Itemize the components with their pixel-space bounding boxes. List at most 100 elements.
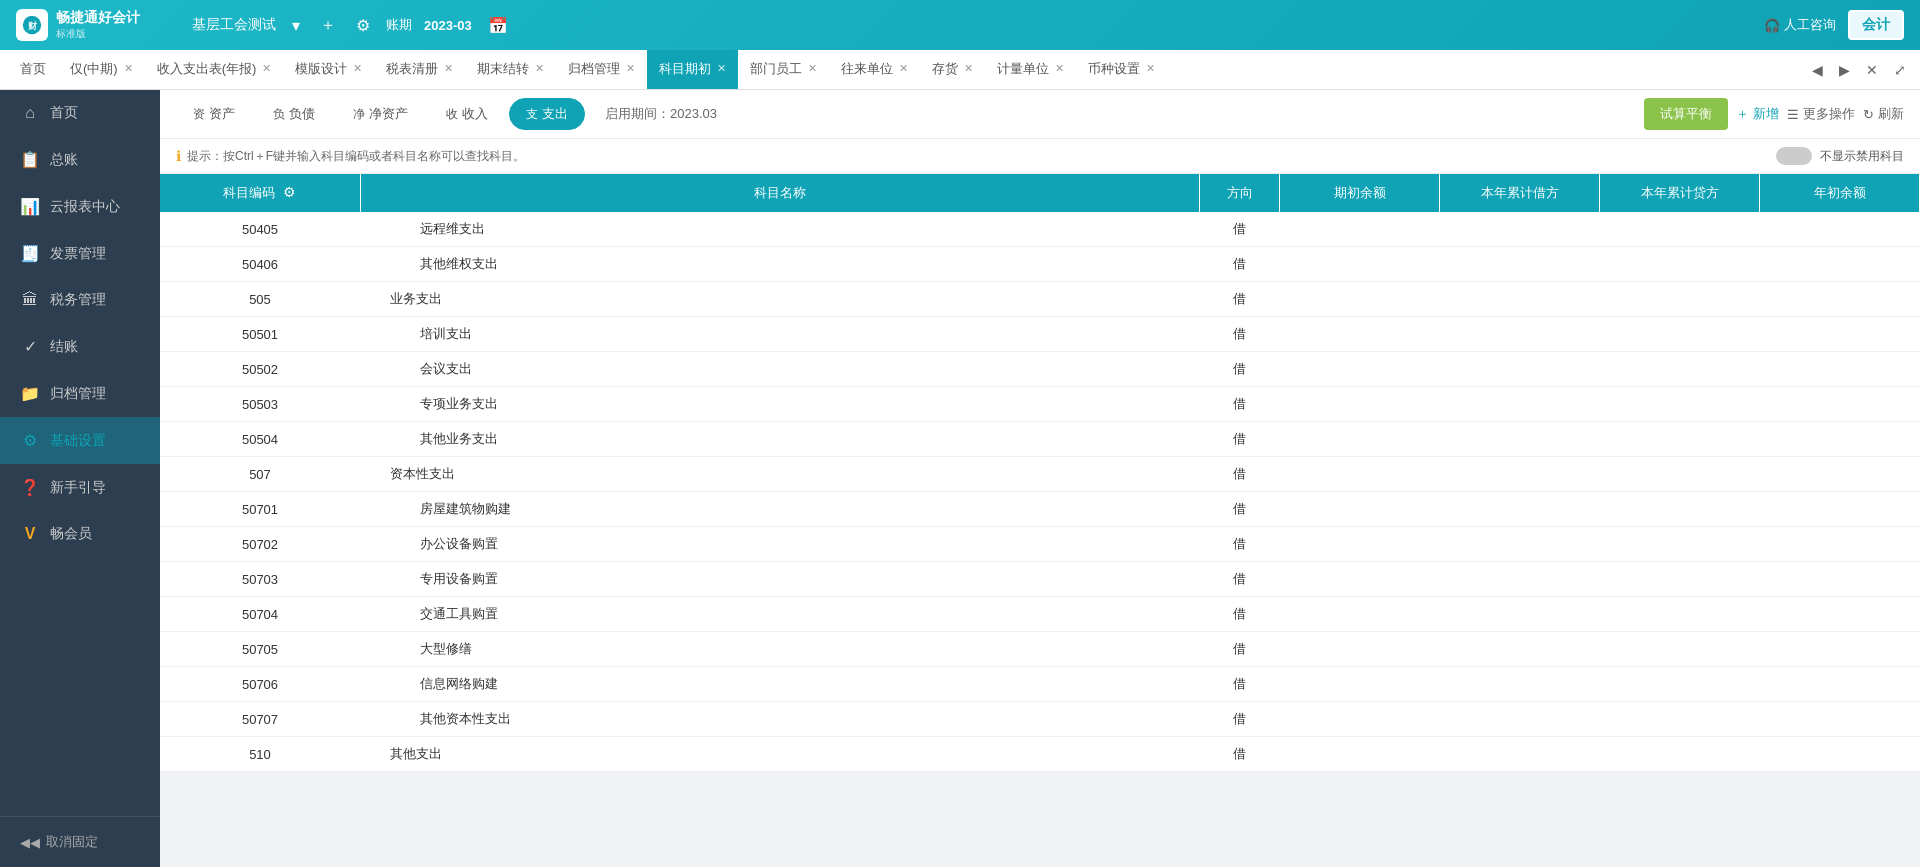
calc-balance-btn[interactable]: 试算平衡: [1644, 98, 1728, 130]
tab-dept-close[interactable]: ✕: [808, 62, 817, 75]
sidebar-item-ledger[interactable]: 📋 总账: [0, 136, 160, 183]
table-row[interactable]: 50704 交通工具购置 借: [160, 597, 1920, 632]
cell-ytd-debit: [1440, 282, 1600, 317]
cell-year-opening: [1760, 212, 1920, 247]
tab-yearend-close[interactable]: ✕: [535, 62, 544, 75]
cell-code: 50706: [160, 667, 360, 702]
cell-opening: [1280, 492, 1440, 527]
cell-opening: [1280, 457, 1440, 492]
headset-icon: 🎧: [1764, 18, 1780, 33]
sidebar-item-home[interactable]: ⌂ 首页: [0, 90, 160, 136]
sidebar-item-member[interactable]: V 畅会员: [0, 511, 160, 557]
sidebar-item-invoice[interactable]: 🧾 发票管理: [0, 230, 160, 277]
th-name-label: 科目名称: [754, 185, 806, 200]
customer-service-btn[interactable]: 🎧 人工咨询: [1764, 16, 1836, 34]
tab-currency[interactable]: 币种设置 ✕: [1076, 50, 1167, 90]
tab-dept[interactable]: 部门员工 ✕: [738, 50, 829, 90]
table-row[interactable]: 50503 专项业务支出 借: [160, 387, 1920, 422]
calendar-icon[interactable]: 📅: [484, 12, 512, 39]
th-ytd-credit: 本年累计贷方: [1600, 174, 1760, 212]
tab-scroll-right[interactable]: ▶: [1833, 58, 1856, 82]
subtab-liabilities[interactable]: 负 负债: [256, 98, 332, 130]
sidebar-item-guide[interactable]: ❓ 新手引导: [0, 464, 160, 511]
tab-inventory[interactable]: 存货 ✕: [920, 50, 985, 90]
sidebar-pin-toggle[interactable]: ◀◀ 取消固定: [0, 816, 160, 867]
account-button[interactable]: 会计: [1848, 10, 1904, 40]
table-row[interactable]: 505 业务支出 借: [160, 282, 1920, 317]
table-row[interactable]: 50406 其他维权支出 借: [160, 247, 1920, 282]
tip-text: ℹ 提示：按Ctrl＋F键并输入科目编码或者科目名称可以查找科目。: [176, 148, 525, 165]
sidebar-item-settings[interactable]: ⚙ 基础设置: [0, 417, 160, 464]
sidebar-item-tax[interactable]: 🏛 税务管理: [0, 277, 160, 323]
sidebar-item-archive[interactable]: 📁 归档管理: [0, 370, 160, 417]
tab-income[interactable]: 收入支出表(年报) ✕: [145, 50, 284, 90]
tab-template[interactable]: 模版设计 ✕: [283, 50, 374, 90]
tab-period-close[interactable]: ✕: [124, 62, 133, 75]
sidebar-item-reports[interactable]: 📊 云报表中心: [0, 183, 160, 230]
cell-opening: [1280, 212, 1440, 247]
subtab-assets[interactable]: 资 资产: [176, 98, 252, 130]
cell-ytd-debit: [1440, 247, 1600, 282]
guide-icon: ❓: [20, 478, 40, 497]
tab-template-close[interactable]: ✕: [353, 62, 362, 75]
subtab-expenditure[interactable]: 支 支出: [509, 98, 585, 130]
cell-year-opening: [1760, 737, 1920, 772]
tab-expand[interactable]: ⤢: [1888, 58, 1912, 82]
cell-code: 505: [160, 282, 360, 317]
dropdown-icon[interactable]: ▾: [288, 12, 304, 39]
tab-archive-close[interactable]: ✕: [626, 62, 635, 75]
tab-scroll-left[interactable]: ◀: [1806, 58, 1829, 82]
cell-dir: 借: [1200, 422, 1280, 457]
more-btn[interactable]: ☰ 更多操作: [1787, 105, 1855, 123]
tab-partner-close[interactable]: ✕: [899, 62, 908, 75]
member-icon: V: [20, 525, 40, 543]
sidebar-label-ledger: 总账: [50, 151, 78, 169]
table-row[interactable]: 50703 专用设备购置 借: [160, 562, 1920, 597]
table-row[interactable]: 50706 信息网络购建 借: [160, 667, 1920, 702]
cell-code: 507: [160, 457, 360, 492]
cell-ytd-debit: [1440, 737, 1600, 772]
tab-archive[interactable]: 归档管理 ✕: [556, 50, 647, 90]
sidebar-label-invoice: 发票管理: [50, 245, 106, 263]
tab-partner[interactable]: 往来单位 ✕: [829, 50, 920, 90]
add-label: 新增: [1753, 105, 1779, 123]
tab-taxform[interactable]: 税表清册 ✕: [374, 50, 465, 90]
tab-inventory-close[interactable]: ✕: [964, 62, 973, 75]
table-row[interactable]: 50405 远程维支出 借: [160, 212, 1920, 247]
add-btn[interactable]: ＋ 新增: [1736, 105, 1779, 123]
cell-year-opening: [1760, 387, 1920, 422]
cell-dir: 借: [1200, 212, 1280, 247]
tab-taxform-close[interactable]: ✕: [444, 62, 453, 75]
sidebar-item-settle[interactable]: ✓ 结账: [0, 323, 160, 370]
th-gear-icon[interactable]: ⚙: [283, 184, 296, 200]
tab-home[interactable]: 首页: [8, 50, 58, 90]
th-name: 科目名称: [360, 174, 1200, 212]
tab-period[interactable]: 仅(中期) ✕: [58, 50, 145, 90]
tab-income-close[interactable]: ✕: [262, 62, 271, 75]
app-title: 畅捷通好会计: [56, 9, 140, 27]
tab-subject-init-close[interactable]: ✕: [717, 62, 726, 75]
table-row[interactable]: 50705 大型修缮 借: [160, 632, 1920, 667]
tab-yearend[interactable]: 期末结转 ✕: [465, 50, 556, 90]
subtab-income[interactable]: 收 收入: [429, 98, 505, 130]
table-row[interactable]: 50702 办公设备购置 借: [160, 527, 1920, 562]
tab-currency-close[interactable]: ✕: [1146, 62, 1155, 75]
add-company-btn[interactable]: ＋: [316, 11, 340, 40]
tab-subject-init[interactable]: 科目期初 ✕: [647, 50, 738, 90]
table-row[interactable]: 50707 其他资本性支出 借: [160, 702, 1920, 737]
table-row[interactable]: 50502 会议支出 借: [160, 352, 1920, 387]
disable-toggle[interactable]: [1776, 147, 1812, 165]
table-row[interactable]: 50504 其他业务支出 借: [160, 422, 1920, 457]
tab-close-all[interactable]: ✕: [1860, 58, 1884, 82]
tab-unit[interactable]: 计量单位 ✕: [985, 50, 1076, 90]
refresh-btn[interactable]: ↻ 刷新: [1863, 105, 1904, 123]
tab-unit-close[interactable]: ✕: [1055, 62, 1064, 75]
settings-icon[interactable]: ⚙: [352, 12, 374, 39]
cell-year-opening: [1760, 527, 1920, 562]
table-row[interactable]: 507 资本性支出 借: [160, 457, 1920, 492]
table-row[interactable]: 50501 培训支出 借: [160, 317, 1920, 352]
cell-code: 50702: [160, 527, 360, 562]
subtab-net-assets[interactable]: 净 净资产: [336, 98, 425, 130]
table-row[interactable]: 50701 房屋建筑物购建 借: [160, 492, 1920, 527]
table-row[interactable]: 510 其他支出 借: [160, 737, 1920, 772]
